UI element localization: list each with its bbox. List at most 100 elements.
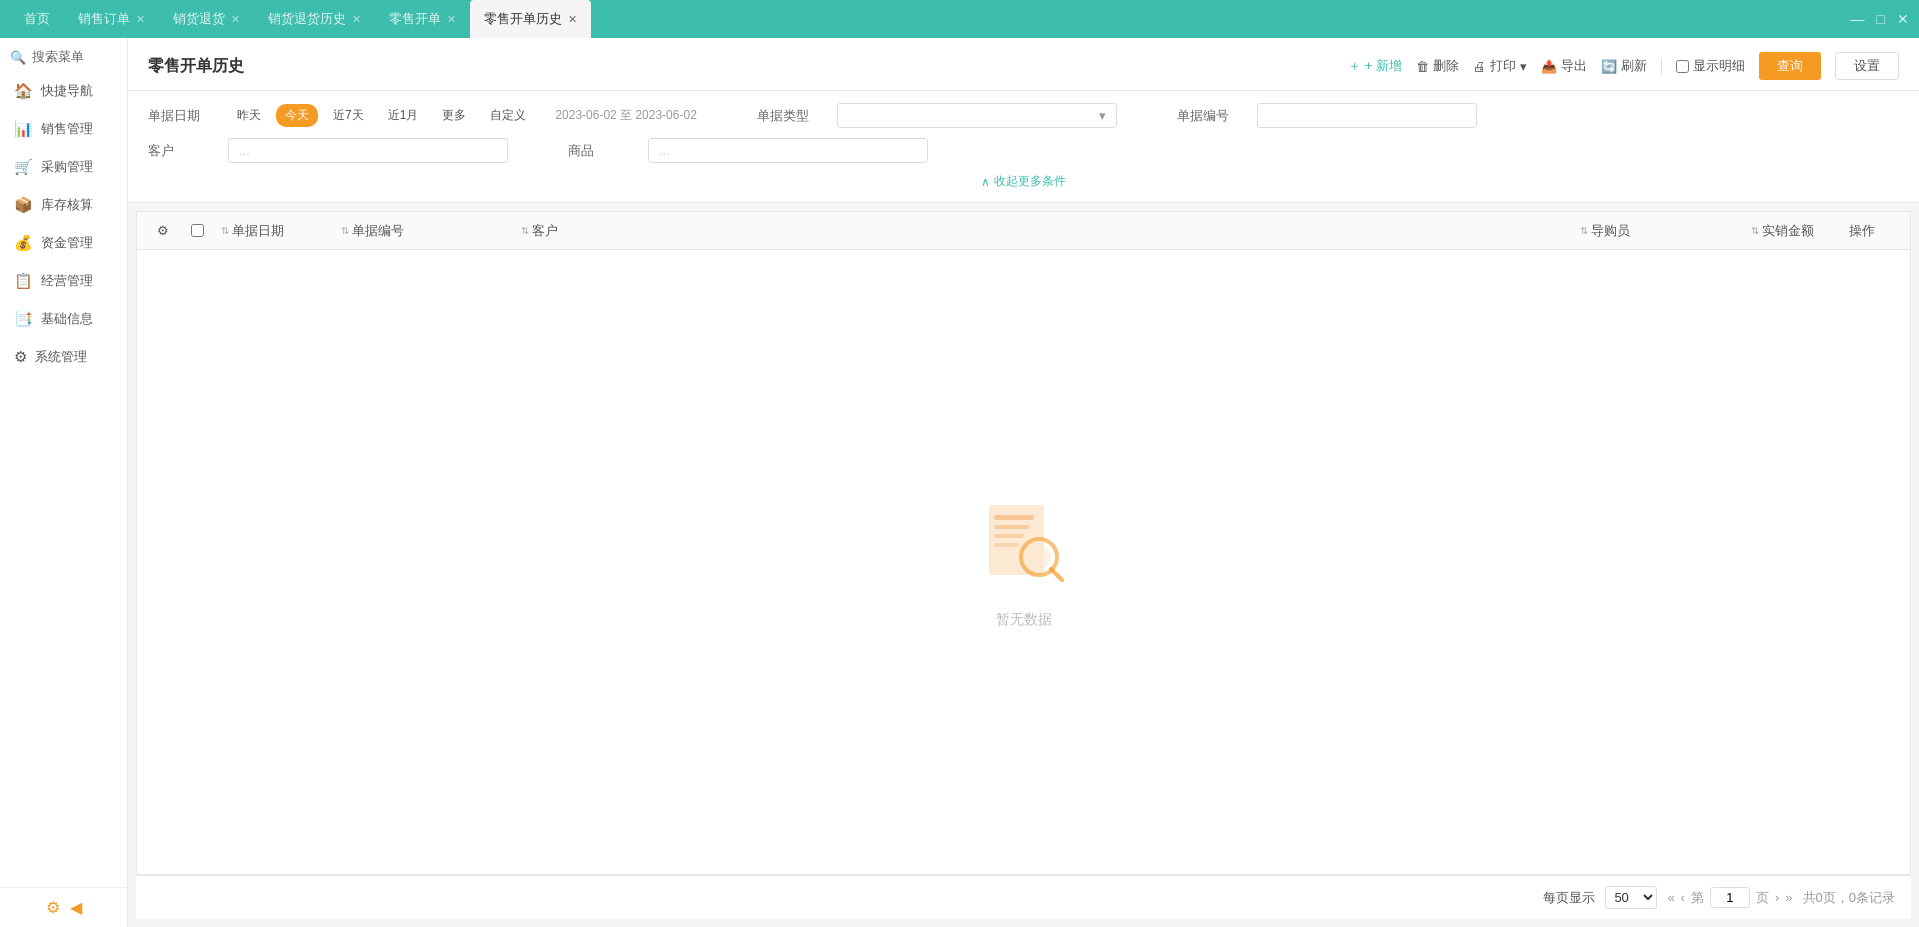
- date-custom[interactable]: 自定义: [481, 104, 535, 127]
- sidebar-item-sales-mgmt[interactable]: 📊 销售管理: [0, 110, 127, 148]
- page-input[interactable]: [1710, 887, 1750, 908]
- refresh-button[interactable]: 🔄 刷新: [1601, 57, 1647, 75]
- next-page-button[interactable]: ›: [1775, 890, 1779, 905]
- sidebar-item-purchase-mgmt[interactable]: 🛒 采购管理: [0, 148, 127, 186]
- th-order[interactable]: ⇅ 单据编号: [333, 222, 513, 240]
- svg-rect-2: [994, 525, 1029, 529]
- th-salesperson-label: 导购员: [1591, 222, 1630, 240]
- first-page-button[interactable]: «: [1667, 890, 1674, 905]
- table-settings-icon[interactable]: ⚙: [157, 223, 169, 238]
- display-detail-button[interactable]: 显示明细: [1676, 57, 1745, 75]
- sort-order-icon: ⇅: [341, 225, 349, 236]
- th-order-label: 单据编号: [352, 222, 404, 240]
- collapse-label: 收起更多条件: [994, 173, 1066, 190]
- tab-home[interactable]: 首页: [10, 0, 64, 38]
- page-nav: « ‹ 第 页 › »: [1667, 887, 1792, 908]
- sidebar-item-inventory[interactable]: 📦 库存核算: [0, 186, 127, 224]
- page-title: 零售开单历史: [148, 56, 244, 77]
- sidebar-search[interactable]: 🔍 搜索菜单: [0, 38, 127, 72]
- prev-page-button[interactable]: ‹: [1681, 890, 1685, 905]
- per-page-select[interactable]: 50 10 20 100: [1605, 886, 1657, 909]
- tab-sales-return[interactable]: 销货退货 ✕: [159, 0, 254, 38]
- delete-icon: 🗑: [1416, 59, 1429, 74]
- th-salesperson[interactable]: ⇅ 导购员: [1572, 222, 1702, 240]
- content-area: 零售开单历史 ＋ + 新增 🗑 删除 🖨 打印 ▾ 📤 导出: [128, 38, 1919, 927]
- filter-row-2: 客户 ... 商品 ...: [148, 138, 1899, 163]
- sidebar-item-inventory-label: 库存核算: [41, 196, 93, 214]
- th-customer-label: 客户: [532, 222, 558, 240]
- table-header: ⚙ ⇅ 单据日期 ⇅ 单据编号 ⇅ 客户 ⇅: [137, 212, 1910, 250]
- date-more[interactable]: 更多: [433, 104, 475, 127]
- sidebar-settings-icon[interactable]: ⚙: [46, 898, 60, 917]
- add-label: + 新增: [1365, 57, 1402, 75]
- finance-icon: 💰: [14, 234, 33, 252]
- date-last-month[interactable]: 近1月: [379, 104, 428, 127]
- toolbar: ＋ + 新增 🗑 删除 🖨 打印 ▾ 📤 导出 🔄: [1348, 52, 1899, 80]
- sidebar-item-purchase-mgmt-label: 采购管理: [41, 158, 93, 176]
- sidebar-item-sales-mgmt-label: 销售管理: [41, 120, 93, 138]
- display-detail-checkbox[interactable]: [1676, 60, 1689, 73]
- export-icon: 📤: [1541, 59, 1557, 74]
- last-page-button[interactable]: »: [1785, 890, 1792, 905]
- th-amount[interactable]: ⇅ 实销金额: [1702, 222, 1822, 240]
- minimize-button[interactable]: —: [1851, 11, 1865, 27]
- th-date[interactable]: ⇅ 单据日期: [213, 222, 333, 240]
- order-no-input[interactable]: [1257, 103, 1477, 128]
- tab-retail-open-history[interactable]: 零售开单历史 ✕: [470, 0, 591, 38]
- date-last7[interactable]: 近7天: [324, 104, 373, 127]
- sidebar-item-finance[interactable]: 💰 资金管理: [0, 224, 127, 262]
- delete-button[interactable]: 🗑 删除: [1416, 57, 1459, 75]
- th-customer[interactable]: ⇅ 客户: [513, 222, 1572, 240]
- collapse-icon: ∧: [981, 175, 990, 189]
- tab-sales-order[interactable]: 销售订单 ✕: [64, 0, 159, 38]
- sidebar-collapse-icon[interactable]: ◀: [70, 898, 82, 917]
- settings-button[interactable]: 设置: [1835, 52, 1899, 80]
- svg-rect-3: [994, 534, 1024, 538]
- sidebar-item-quick-nav[interactable]: 🏠 快捷导航: [0, 72, 127, 110]
- empty-illustration: [974, 495, 1074, 595]
- maximize-button[interactable]: □: [1877, 11, 1885, 27]
- th-settings[interactable]: ⚙: [145, 223, 181, 238]
- empty-text: 暂无数据: [996, 611, 1052, 629]
- product-placeholder: ...: [659, 143, 670, 158]
- tab-sales-return-close[interactable]: ✕: [231, 13, 240, 26]
- select-all-checkbox[interactable]: [191, 224, 204, 237]
- date-yesterday[interactable]: 昨天: [228, 104, 270, 127]
- basic-info-icon: 📑: [14, 310, 33, 328]
- empty-state: 暂无数据: [137, 250, 1910, 874]
- sidebar-item-operations[interactable]: 📋 经营管理: [0, 262, 127, 300]
- tab-sales-order-close[interactable]: ✕: [136, 13, 145, 26]
- print-label: 打印: [1490, 57, 1516, 75]
- th-checkbox[interactable]: [181, 224, 213, 237]
- collapse-filter-button[interactable]: ∧ 收起更多条件: [148, 173, 1899, 190]
- tab-sales-return-history[interactable]: 销货退货历史 ✕: [254, 0, 375, 38]
- tab-retail-open-history-close[interactable]: ✕: [568, 13, 577, 26]
- customer-placeholder: ...: [239, 143, 250, 158]
- order-type-select[interactable]: ▾: [837, 103, 1117, 128]
- close-button[interactable]: ✕: [1897, 11, 1909, 27]
- print-button[interactable]: 🖨 打印 ▾: [1473, 57, 1527, 75]
- product-input[interactable]: ...: [648, 138, 928, 163]
- date-today[interactable]: 今天: [276, 104, 318, 127]
- sidebar-item-sys-mgmt[interactable]: ⚙ 系统管理: [0, 338, 127, 376]
- print-icon: 🖨: [1473, 59, 1486, 74]
- sidebar-item-operations-label: 经营管理: [41, 272, 93, 290]
- sidebar-item-basic-info-label: 基础信息: [41, 310, 93, 328]
- query-button[interactable]: 查询: [1759, 52, 1821, 80]
- customer-input[interactable]: ...: [228, 138, 508, 163]
- tab-retail-open[interactable]: 零售开单 ✕: [375, 0, 470, 38]
- refresh-icon: 🔄: [1601, 59, 1617, 74]
- date-filter-label: 单据日期: [148, 107, 208, 125]
- sidebar-item-basic-info[interactable]: 📑 基础信息: [0, 300, 127, 338]
- sidebar-item-finance-label: 资金管理: [41, 234, 93, 252]
- tab-sales-return-history-close[interactable]: ✕: [352, 13, 361, 26]
- th-date-label: 单据日期: [232, 222, 284, 240]
- tab-home-label: 首页: [24, 10, 50, 28]
- purchase-icon: 🛒: [14, 158, 33, 176]
- add-button[interactable]: ＋ + 新增: [1348, 57, 1402, 75]
- tab-retail-open-close[interactable]: ✕: [447, 13, 456, 26]
- page-label: 第: [1691, 889, 1704, 907]
- export-button[interactable]: 📤 导出: [1541, 57, 1587, 75]
- order-type-arrow-icon: ▾: [1099, 108, 1106, 123]
- tab-retail-open-history-label: 零售开单历史: [484, 10, 562, 28]
